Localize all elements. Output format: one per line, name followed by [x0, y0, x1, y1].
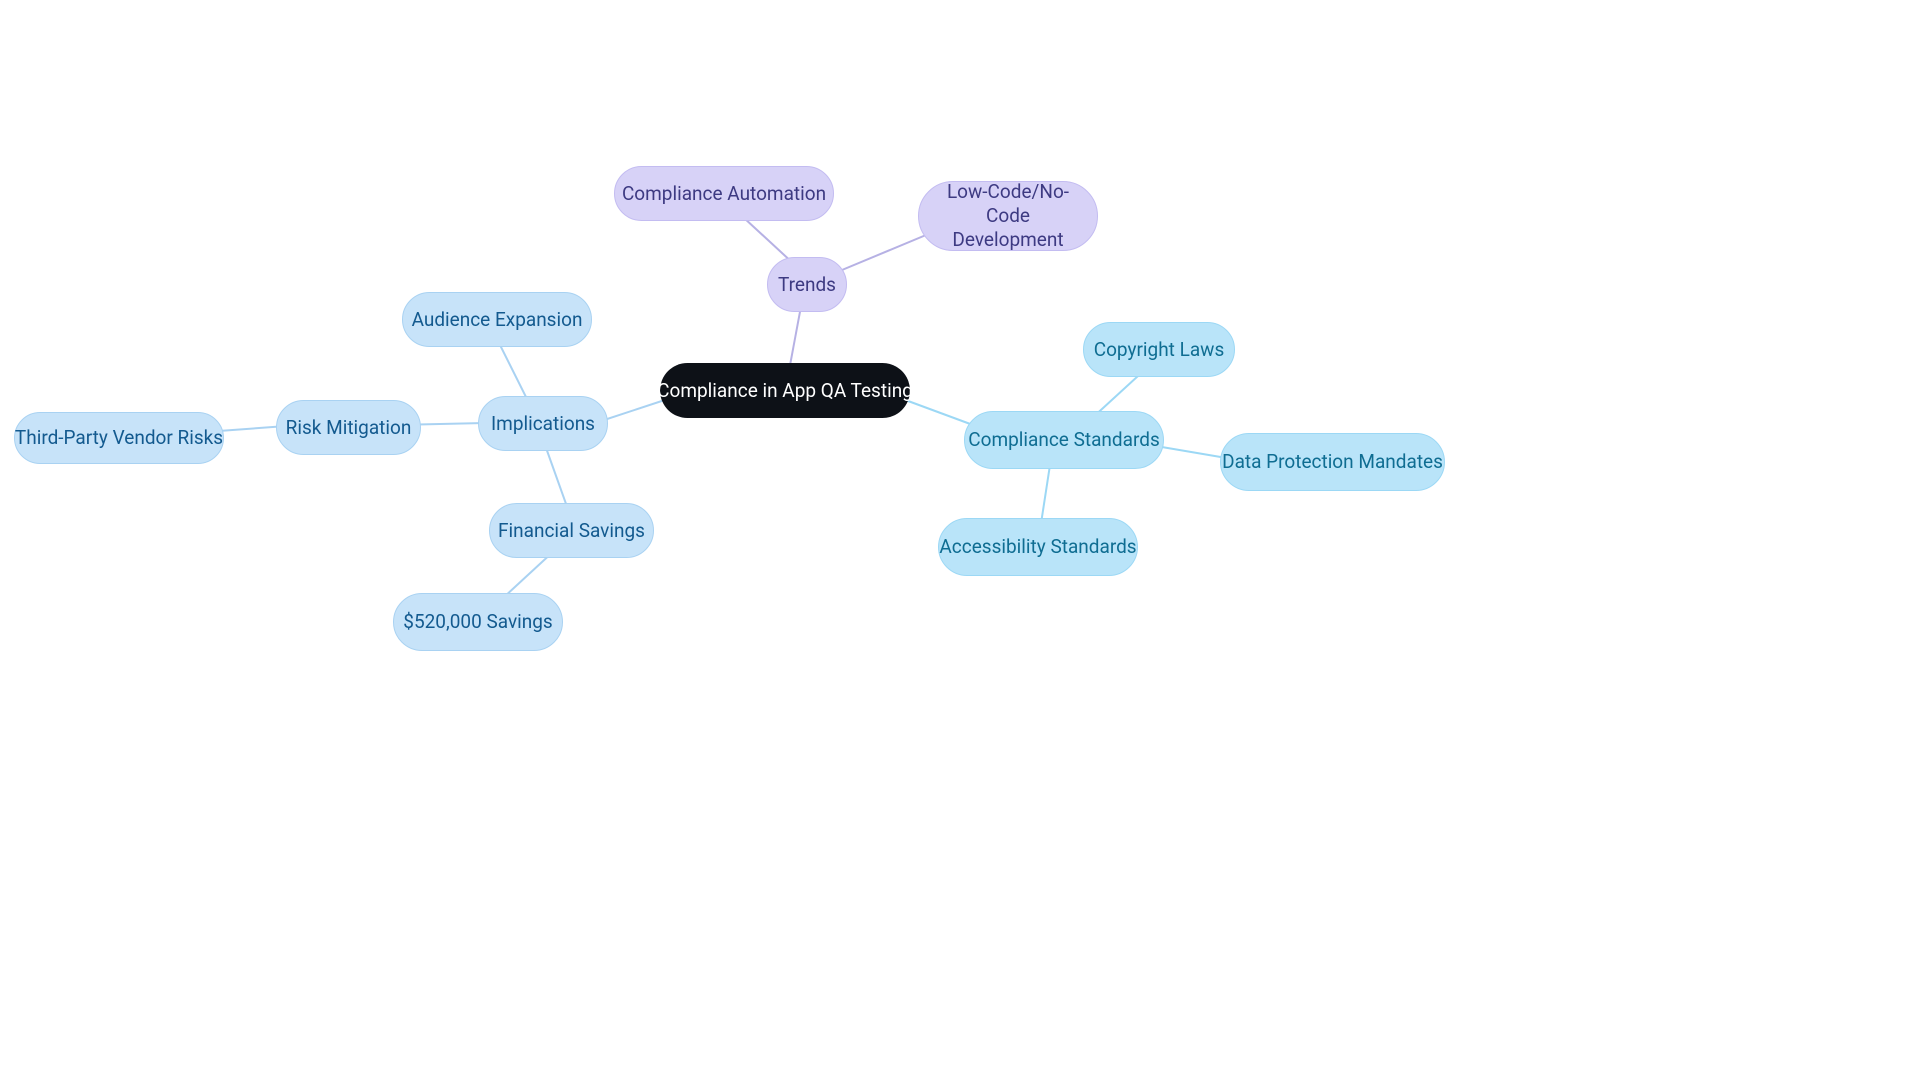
node-root[interactable]: Compliance in App QA Testing	[660, 363, 910, 418]
node-savings-amount[interactable]: $520,000 Savings	[393, 593, 563, 651]
node-accessibility-standards[interactable]: Accessibility Standards	[938, 518, 1138, 576]
node-copyright-laws-label: Copyright Laws	[1094, 338, 1225, 362]
node-compliance-automation-label: Compliance Automation	[622, 182, 826, 206]
node-risk-mitigation-label: Risk Mitigation	[286, 416, 412, 440]
node-data-protection[interactable]: Data Protection Mandates	[1220, 433, 1445, 491]
node-accessibility-standards-label: Accessibility Standards	[939, 535, 1136, 559]
node-implications[interactable]: Implications	[478, 396, 608, 451]
node-third-party-risks-label: Third-Party Vendor Risks	[15, 426, 223, 450]
node-root-label: Compliance in App QA Testing	[657, 379, 913, 403]
node-savings-amount-label: $520,000 Savings	[403, 610, 552, 634]
node-audience-expansion-label: Audience Expansion	[412, 308, 583, 332]
node-lowcode[interactable]: Low-Code/No-CodeDevelopment	[918, 181, 1098, 251]
mindmap-canvas: Compliance in App QA Testing Trends Comp…	[0, 0, 1920, 1083]
node-lowcode-label: Low-Code/No-CodeDevelopment	[939, 180, 1077, 251]
node-financial-savings-label: Financial Savings	[498, 519, 645, 543]
node-trends-label: Trends	[778, 273, 836, 297]
node-third-party-risks[interactable]: Third-Party Vendor Risks	[14, 412, 224, 464]
node-compliance-automation[interactable]: Compliance Automation	[614, 166, 834, 221]
node-financial-savings[interactable]: Financial Savings	[489, 503, 654, 558]
node-audience-expansion[interactable]: Audience Expansion	[402, 292, 592, 347]
node-trends[interactable]: Trends	[767, 257, 847, 312]
node-implications-label: Implications	[491, 412, 595, 436]
node-compliance-standards-label: Compliance Standards	[968, 428, 1160, 452]
node-copyright-laws[interactable]: Copyright Laws	[1083, 322, 1235, 377]
node-compliance-standards[interactable]: Compliance Standards	[964, 411, 1164, 469]
node-data-protection-label: Data Protection Mandates	[1222, 450, 1443, 474]
node-risk-mitigation[interactable]: Risk Mitigation	[276, 400, 421, 455]
